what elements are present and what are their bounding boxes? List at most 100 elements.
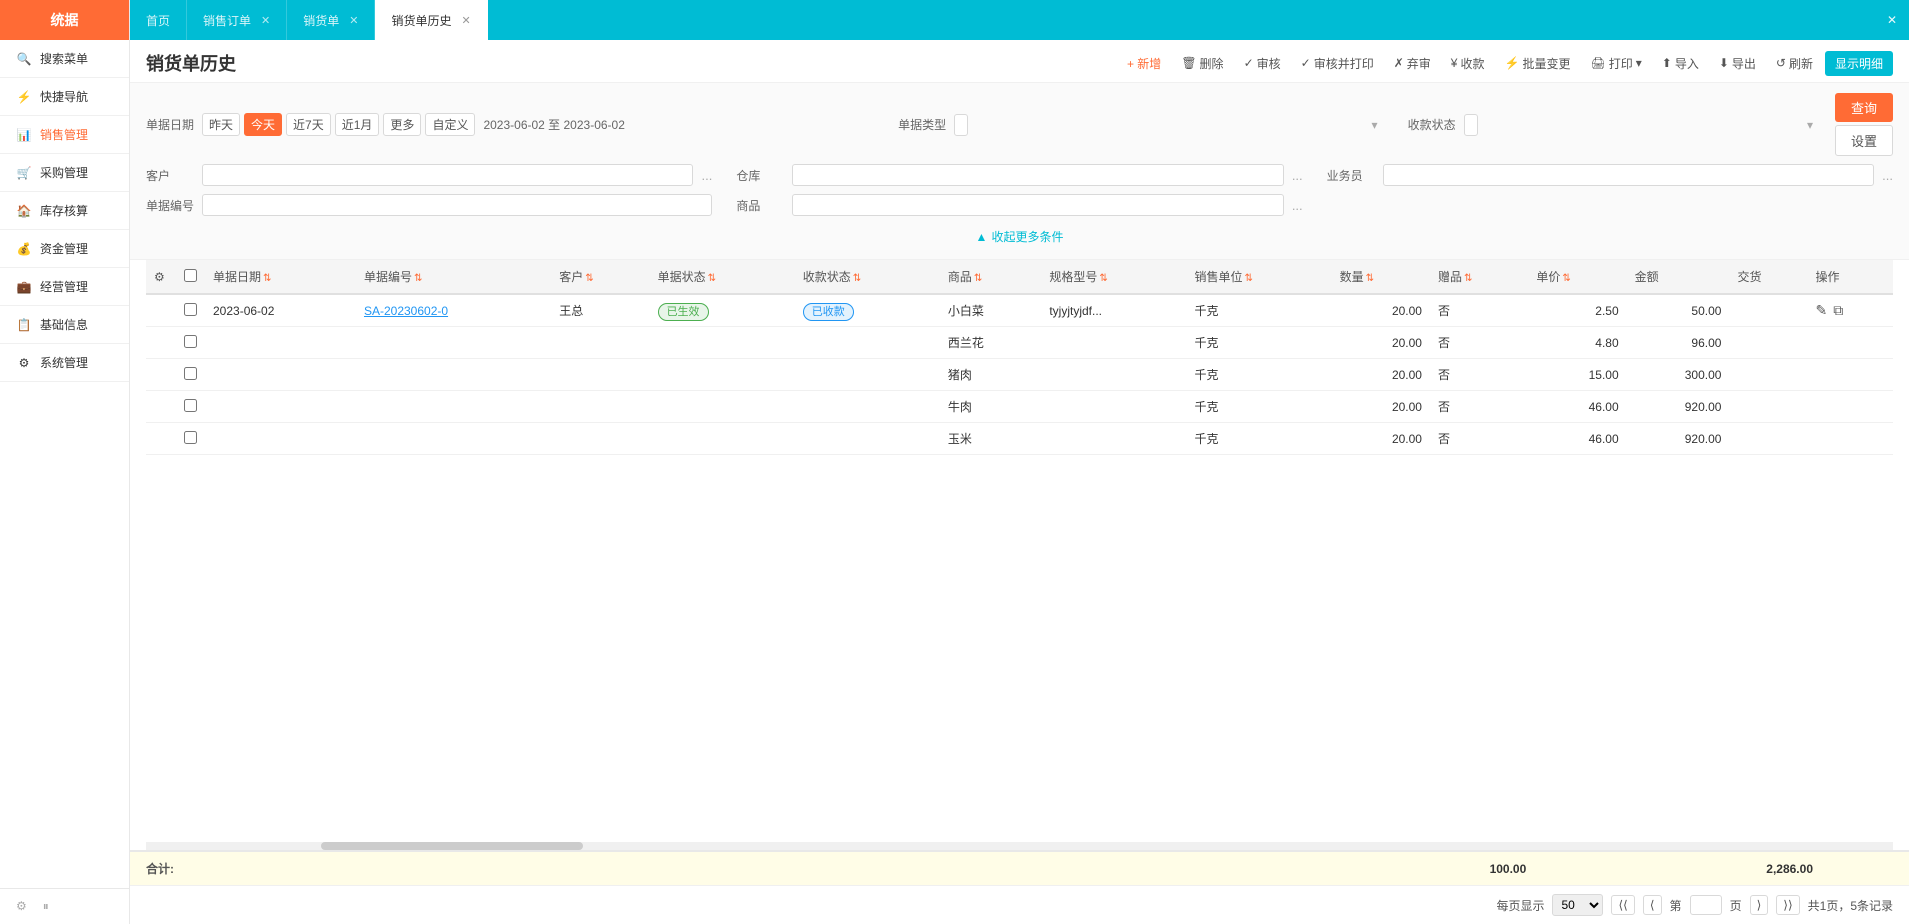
row-amount: 920.00 xyxy=(1627,391,1730,423)
col-spec[interactable]: 规格型号⇅ xyxy=(1041,260,1186,294)
doc-no-link[interactable]: SA-20230602-0 xyxy=(364,304,448,318)
row-settings xyxy=(146,391,176,423)
sidebar-item-basic-info[interactable]: 📋 基础信息 xyxy=(0,306,129,344)
select-all-checkbox[interactable] xyxy=(184,269,197,282)
topbar-close-icon[interactable]: ✕ xyxy=(1887,13,1897,27)
export-button[interactable]: ⬇ 导出 xyxy=(1711,51,1764,76)
sidebar-item-inventory[interactable]: 🏠 库存核算 xyxy=(0,192,129,230)
col-gift[interactable]: 赠品⇅ xyxy=(1430,260,1528,294)
refresh-button[interactable]: ↺ 刷新 xyxy=(1768,51,1821,76)
doc-date-sort-icon: ⇅ xyxy=(263,273,271,284)
sidebar-item-sales-mgmt[interactable]: 📊 销售管理 xyxy=(0,116,129,154)
sidebar-item-ops-mgmt[interactable]: 💼 经营管理 xyxy=(0,268,129,306)
date-btn-custom[interactable]: 自定义 xyxy=(425,113,475,136)
col-doc-no[interactable]: 单据编号⇅ xyxy=(356,260,551,294)
page-input[interactable]: 1 xyxy=(1690,895,1722,915)
row-payment-status xyxy=(795,359,940,391)
col-doc-date[interactable]: 单据日期⇅ xyxy=(205,260,356,294)
doc-type-select[interactable] xyxy=(954,114,968,136)
prev-page-button[interactable]: ⟨ xyxy=(1643,895,1662,915)
audit-print-icon: ✓ xyxy=(1301,56,1311,70)
topbar: 首页 销售订单 ✕ 销货单 ✕ 销货单历史 ✕ ✕ xyxy=(130,0,1909,40)
row-checkbox[interactable] xyxy=(184,399,197,412)
col-goods[interactable]: 商品⇅ xyxy=(940,260,1041,294)
salesperson-input[interactable] xyxy=(1383,164,1874,186)
col-payment-status[interactable]: 收款状态⇅ xyxy=(795,260,940,294)
col-doc-status[interactable]: 单据状态⇅ xyxy=(650,260,795,294)
row-amount: 50.00 xyxy=(1627,294,1730,327)
col-settings[interactable]: ⚙ xyxy=(146,260,176,294)
row-customer xyxy=(551,423,649,455)
tab-home[interactable]: 首页 xyxy=(130,0,187,40)
date-btn-more[interactable]: 更多 xyxy=(383,113,421,136)
tab-delivery-history-label: 销货单历史 xyxy=(391,12,451,29)
batch-change-button[interactable]: ⚡ 批量变更 xyxy=(1497,51,1579,76)
row-checkbox[interactable] xyxy=(184,303,197,316)
collapse-button[interactable]: ▲ 收起更多条件 xyxy=(146,224,1893,249)
tab-delivery-history[interactable]: 销货单历史 ✕ xyxy=(375,0,487,40)
last-page-button[interactable]: ⟩⟩ xyxy=(1776,895,1799,915)
query-button[interactable]: 查询 xyxy=(1835,93,1893,122)
row-settings xyxy=(146,327,176,359)
audit-button[interactable]: ✓ 审核 xyxy=(1236,51,1289,76)
set-button[interactable]: 设置 xyxy=(1835,125,1893,156)
sidebar-item-finance-mgmt[interactable]: 💰 资金管理 xyxy=(0,230,129,268)
col-qty[interactable]: 数量⇅ xyxy=(1332,260,1430,294)
warehouse-input[interactable] xyxy=(792,164,1283,186)
price-sort-icon: ⇅ xyxy=(1562,273,1570,284)
content-area: 销货单历史 + 新增 🗑 删除 ✓ 审核 ✓ 审核并打印 ✗ 弃审 xyxy=(130,40,1909,924)
display-button[interactable]: 显示明细 xyxy=(1825,51,1893,76)
salesperson-ellipsis-button[interactable]: ... xyxy=(1882,168,1893,183)
sidebar-item-search-menu[interactable]: 🔍 搜索菜单 xyxy=(0,40,129,78)
row-customer xyxy=(551,391,649,423)
goods-input[interactable] xyxy=(792,194,1283,216)
date-btn-today[interactable]: 今天 xyxy=(244,113,282,136)
goods-ellipsis-button[interactable]: ... xyxy=(1292,198,1303,213)
copy-button[interactable]: ⧉ xyxy=(1833,302,1843,319)
tab-sales-order-close[interactable]: ✕ xyxy=(261,14,270,27)
tab-delivery-close[interactable]: ✕ xyxy=(349,14,358,27)
new-button[interactable]: + 新增 xyxy=(1119,51,1169,76)
sidebar-toggle-icon[interactable]: ⏸ xyxy=(43,899,49,914)
delete-button[interactable]: 🗑 删除 xyxy=(1173,51,1231,76)
import-button[interactable]: ⬆ 导入 xyxy=(1654,51,1707,76)
warehouse-ellipsis-button[interactable]: ... xyxy=(1292,168,1303,183)
edit-button[interactable]: ✎ xyxy=(1816,302,1828,319)
batch-icon: ⚡ xyxy=(1505,56,1520,70)
collect-button[interactable]: ¥ 收款 xyxy=(1443,51,1493,76)
col-price[interactable]: 单价⇅ xyxy=(1528,260,1626,294)
first-page-button[interactable]: ⟨⟨ xyxy=(1611,895,1634,915)
next-page-button[interactable]: ⟩ xyxy=(1750,895,1769,915)
audit-print-button[interactable]: ✓ 审核并打印 xyxy=(1293,51,1382,76)
doc-no-input[interactable] xyxy=(202,194,712,216)
tab-delivery-history-close[interactable]: ✕ xyxy=(462,14,471,27)
row-checkbox[interactable] xyxy=(184,367,197,380)
payment-status-select[interactable] xyxy=(1464,114,1478,136)
page-size-select[interactable]: 50 100 200 xyxy=(1552,894,1603,916)
row-doc-date: 2023-06-02 xyxy=(205,294,356,327)
sidebar-settings-icon[interactable]: ⚙ xyxy=(16,899,27,914)
row-unit: 千克 xyxy=(1187,327,1332,359)
horizontal-scrollbar[interactable] xyxy=(146,842,1893,850)
col-customer[interactable]: 客户⇅ xyxy=(551,260,649,294)
date-btn-1month[interactable]: 近1月 xyxy=(335,113,380,136)
qty-sort-icon: ⇅ xyxy=(1366,273,1374,284)
sidebar-item-system-mgmt[interactable]: ⚙ 系统管理 xyxy=(0,344,129,382)
tab-delivery[interactable]: 销货单 ✕ xyxy=(287,0,375,40)
row-checkbox[interactable] xyxy=(184,431,197,444)
print-button[interactable]: 🖨 打印 ▾ xyxy=(1582,51,1649,76)
row-checkbox[interactable] xyxy=(184,335,197,348)
scrollbar-thumb[interactable] xyxy=(321,842,583,850)
customer-ellipsis-button[interactable]: ... xyxy=(701,168,712,183)
col-unit[interactable]: 销售单位⇅ xyxy=(1187,260,1332,294)
customer-input[interactable] xyxy=(202,164,693,186)
export-icon: ⬇ xyxy=(1719,56,1729,70)
house-icon: 🏠 xyxy=(16,203,32,219)
row-amount: 96.00 xyxy=(1627,327,1730,359)
date-btn-yesterday[interactable]: 昨天 xyxy=(202,113,240,136)
date-btn-7days[interactable]: 近7天 xyxy=(286,113,331,136)
sidebar-item-quick-nav[interactable]: ⚡ 快捷导航 xyxy=(0,78,129,116)
tab-sales-order[interactable]: 销售订单 ✕ xyxy=(187,0,287,40)
sidebar-item-purchase-mgmt[interactable]: 🛒 采购管理 xyxy=(0,154,129,192)
abandon-button[interactable]: ✗ 弃审 xyxy=(1386,51,1439,76)
